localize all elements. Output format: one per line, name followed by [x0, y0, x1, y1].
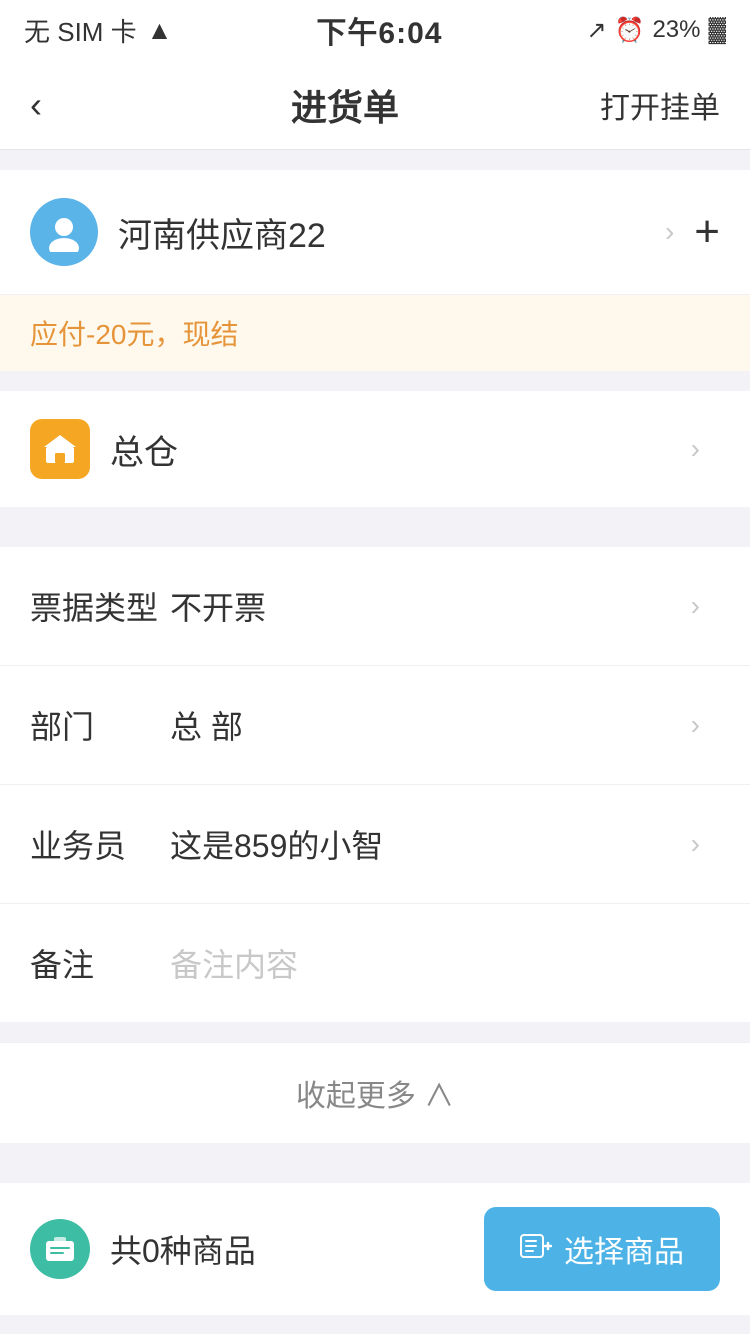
alarm-icon: ⏰: [615, 16, 645, 45]
wifi-icon: ▲: [147, 15, 173, 46]
invoice-type-value: 不开票: [160, 583, 691, 629]
department-label: 部门: [30, 702, 160, 748]
invoice-type-arrow-icon: ›: [691, 590, 700, 622]
section-gap-3: [0, 507, 750, 527]
invoice-type-label: 票据类型: [30, 583, 160, 629]
product-count: 共0种商品: [110, 1226, 464, 1272]
supplier-arrow-icon: ›: [665, 216, 674, 248]
collapse-label: 收起更多 ∧: [296, 1071, 454, 1115]
product-icon: [30, 1219, 90, 1279]
location-icon: ↗: [586, 16, 606, 45]
warehouse-arrow-icon: ›: [691, 433, 700, 465]
remark-value[interactable]: 备注内容: [160, 940, 720, 986]
remark-row[interactable]: 备注 备注内容: [0, 904, 750, 1022]
remark-label: 备注: [30, 940, 160, 986]
open-pending-button[interactable]: 打开挂单: [600, 83, 720, 127]
section-gap-1: [0, 150, 750, 170]
collapse-row[interactable]: 收起更多 ∧: [0, 1042, 750, 1143]
section-gap-2: [0, 371, 750, 391]
warehouse-name: 总仓: [110, 425, 691, 474]
supplier-row[interactable]: 河南供应商22 › +: [0, 170, 750, 295]
bottom-bar: 共0种商品 选择商品: [0, 1183, 750, 1315]
payment-notice: 应付-20元，现结: [0, 295, 750, 371]
salesperson-label: 业务员: [30, 821, 160, 867]
salesperson-row[interactable]: 业务员 这是859的小智 ›: [0, 785, 750, 904]
salesperson-value: 这是859的小智: [160, 821, 691, 867]
department-value: 总 部: [160, 702, 691, 748]
status-bar: 无 SIM 卡 ▲ 下午6:04 ↗ ⏰ 23% ▓: [0, 0, 750, 60]
back-button[interactable]: ‹: [30, 84, 90, 126]
department-row[interactable]: 部门 总 部 ›: [0, 666, 750, 785]
nav-bar: ‹ 进货单 打开挂单: [0, 60, 750, 150]
select-product-label: 选择商品: [564, 1227, 684, 1271]
add-supplier-button[interactable]: +: [694, 207, 720, 257]
battery-icon: ▓: [709, 16, 727, 44]
supplier-avatar: [30, 198, 98, 266]
supplier-section: 河南供应商22 › + 应付-20元，现结: [0, 170, 750, 371]
select-product-button[interactable]: 选择商品: [484, 1207, 720, 1291]
salesperson-arrow-icon: ›: [691, 828, 700, 860]
section-gap-4: [0, 1143, 750, 1163]
form-section: 票据类型 不开票 › 部门 总 部 › 业务员 这是859的小智 › 备注 备注…: [0, 547, 750, 1022]
warehouse-row[interactable]: 总仓 ›: [0, 391, 750, 507]
battery-label: 23%: [652, 16, 700, 44]
main-content: 河南供应商22 › + 应付-20元，现结 总仓 › 票据类型: [0, 150, 750, 1334]
back-arrow-icon: ‹: [30, 84, 42, 126]
invoice-type-row[interactable]: 票据类型 不开票 ›: [0, 547, 750, 666]
status-left: 无 SIM 卡 ▲: [24, 12, 172, 49]
status-right: ↗ ⏰ 23% ▓: [586, 16, 726, 45]
select-product-icon: [520, 1232, 552, 1267]
no-sim-label: 无 SIM 卡: [24, 12, 137, 49]
page-title: 进货单: [90, 79, 600, 131]
supplier-name: 河南供应商22: [118, 208, 665, 257]
warehouse-section: 总仓 ›: [0, 391, 750, 507]
status-time: 下午6:04: [316, 8, 442, 52]
department-arrow-icon: ›: [691, 709, 700, 741]
warehouse-icon: [30, 419, 90, 479]
